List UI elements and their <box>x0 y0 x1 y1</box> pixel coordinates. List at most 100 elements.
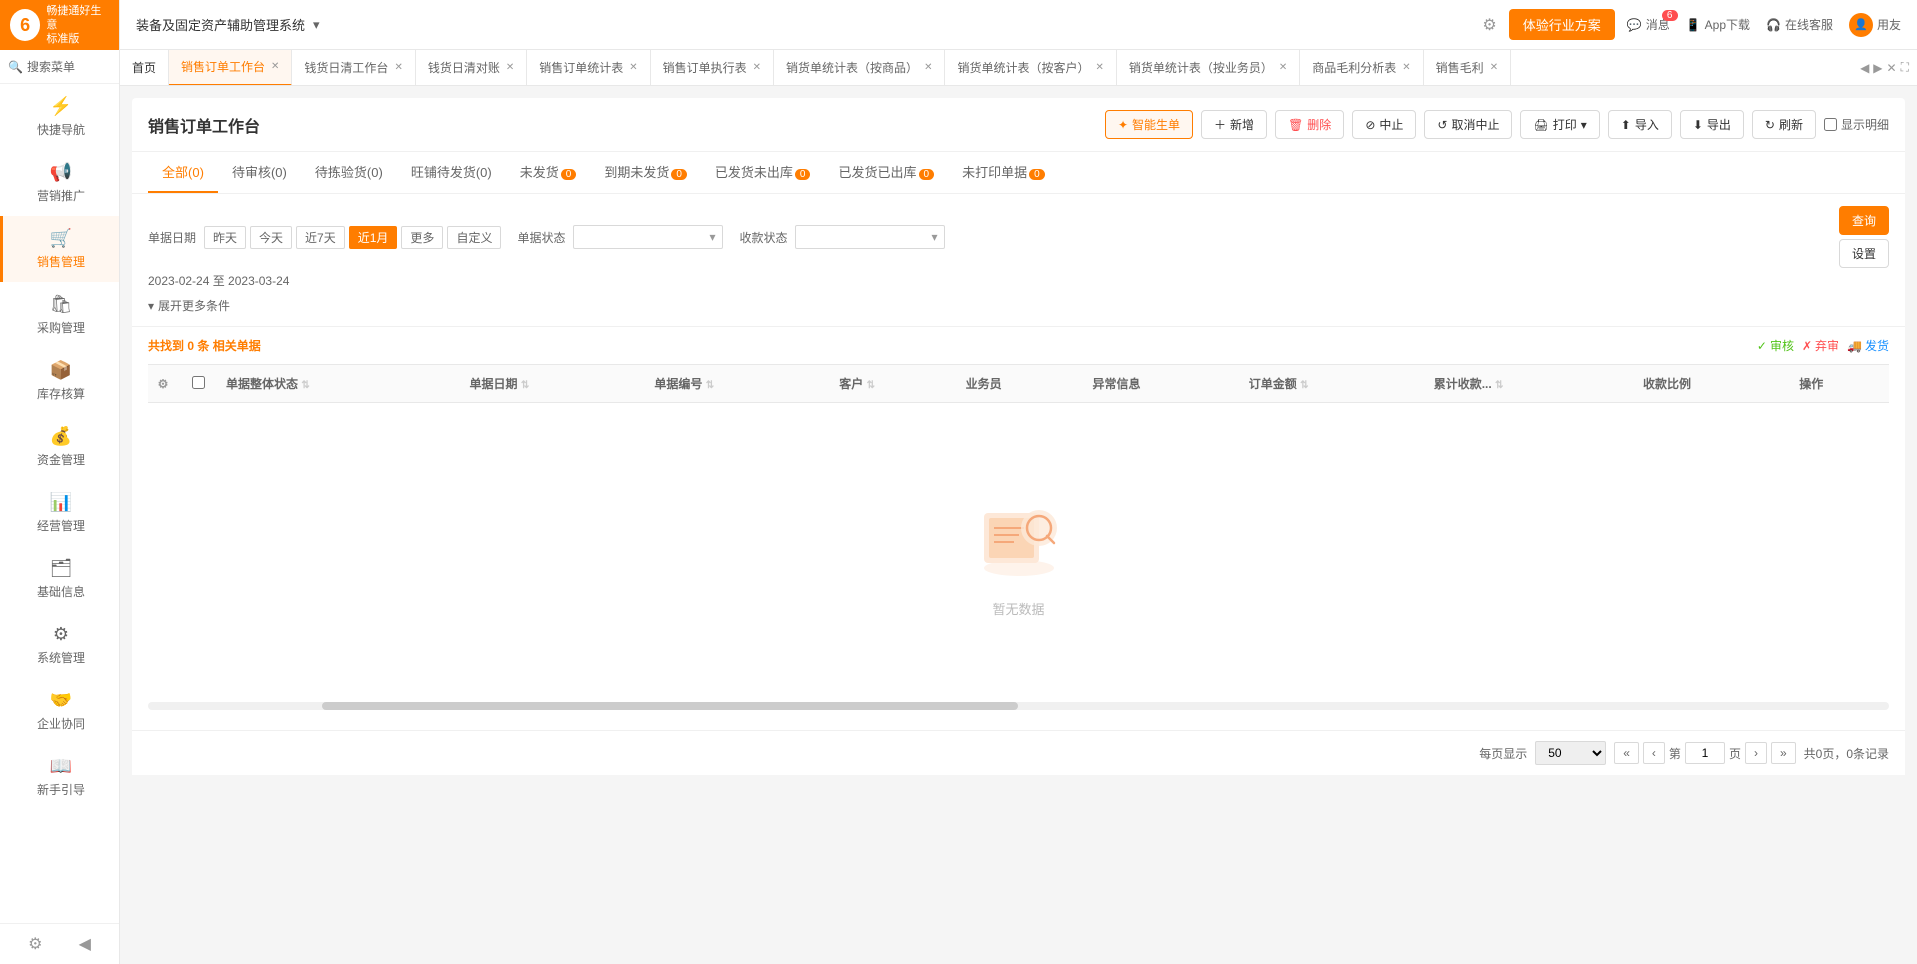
export-btn[interactable]: ⬇ 导出 <box>1680 110 1744 139</box>
per-page-select[interactable]: 50 100 200 <box>1535 741 1606 765</box>
sidebar-item-enterprise[interactable]: 🤝 企业协同 <box>0 678 119 744</box>
tab-sales-product[interactable]: 销货单统计表（按商品） ✕ <box>774 50 945 86</box>
tab-home[interactable]: 首页 <box>120 50 169 86</box>
tab-sales-margin[interactable]: 销售毛利 ✕ <box>1424 50 1511 86</box>
tabs-prev-btn[interactable]: ◀ <box>1860 61 1869 75</box>
user-menu[interactable]: 👤 用友 <box>1849 13 1901 37</box>
sub-tab-all[interactable]: 全部(0) <box>148 152 218 193</box>
sidebar-item-inventory[interactable]: 📦 库存核算 <box>0 348 119 414</box>
tab-close-sales-customer[interactable]: ✕ <box>1095 62 1103 73</box>
tab-close-daily-clear[interactable]: ✕ <box>394 62 402 73</box>
stop-btn[interactable]: ⊘ 中止 <box>1352 110 1416 139</box>
tabs-fullscreen-btn[interactable]: ⛶ <box>1901 60 1909 75</box>
smart-generate-btn[interactable]: ✦ 智能生单 <box>1105 110 1193 139</box>
tab-close-margin-analysis[interactable]: ✕ <box>1402 62 1410 73</box>
tab-order-stats[interactable]: 销售订单统计表 ✕ <box>527 50 650 86</box>
sub-tab-shipped-not-out[interactable]: 已发货未出库0 <box>701 152 825 193</box>
horizontal-scrollbar[interactable] <box>148 702 1889 710</box>
sort-number-icon[interactable]: ⇅ <box>706 380 714 391</box>
tab-close-sales-product[interactable]: ✕ <box>924 62 932 73</box>
sub-tab-pending-review[interactable]: 待审核(0) <box>218 152 301 193</box>
settings-footer-btn[interactable]: ⚙ <box>28 934 42 954</box>
filter-date-more[interactable]: 更多 <box>401 226 443 249</box>
filter-date-yesterday[interactable]: 昨天 <box>204 226 246 249</box>
filter-date-1month[interactable]: 近1月 <box>349 226 398 249</box>
tab-close-sales-margin[interactable]: ✕ <box>1490 62 1498 73</box>
sub-tab-unprinted[interactable]: 未打印单据0 <box>948 152 1059 193</box>
tab-sales-order[interactable]: 销售订单工作台 ✕ <box>169 50 292 86</box>
col-number: 单据编号 ⇅ <box>646 365 831 403</box>
sub-tab-unshipped[interactable]: 未发货0 <box>506 152 591 193</box>
tab-close-sales-order[interactable]: ✕ <box>271 61 279 72</box>
sidebar-item-finance[interactable]: 💰 资金管理 <box>0 414 119 480</box>
tab-reconcile[interactable]: 钱货日清对账 ✕ <box>416 50 527 86</box>
message-btn[interactable]: 💬 消息 6 <box>1627 16 1670 33</box>
sidebar-item-marketing[interactable]: 📢 营销推广 <box>0 150 119 216</box>
import-btn[interactable]: ⬆ 导入 <box>1608 110 1672 139</box>
tab-daily-clear[interactable]: 钱货日清工作台 ✕ <box>292 50 415 86</box>
prev-page-btn[interactable]: ‹ <box>1643 742 1665 764</box>
sidebar-item-sales[interactable]: 🛒 销售管理 <box>0 216 119 282</box>
sort-status-icon[interactable]: ⇅ <box>301 380 309 391</box>
show-detail-checkbox[interactable] <box>1824 118 1837 131</box>
online-service-btn[interactable]: 🎧 在线客服 <box>1766 16 1833 33</box>
sort-amount-icon[interactable]: ⇅ <box>1300 380 1308 391</box>
empty-text: 暂无数据 <box>992 599 1044 618</box>
tab-sales-staff[interactable]: 销货单统计表（按业务员） ✕ <box>1117 50 1300 86</box>
topbar-dropdown[interactable]: ▾ <box>313 17 320 33</box>
show-detail-label[interactable]: 显示明细 <box>1824 116 1889 133</box>
sidebar-item-operation[interactable]: 📊 经营管理 <box>0 480 119 546</box>
tab-close-order-exec[interactable]: ✕ <box>753 62 761 73</box>
tab-margin-analysis[interactable]: 商品毛利分析表 ✕ <box>1300 50 1423 86</box>
print-btn[interactable]: 🖨 打印 ▾ <box>1520 110 1599 139</box>
sub-tab-pending-check[interactable]: 待拣验货(0) <box>301 152 397 193</box>
sort-payment-icon[interactable]: ⇅ <box>1495 380 1503 391</box>
tabs-close-btn[interactable]: ✕ <box>1887 61 1897 75</box>
first-page-btn[interactable]: « <box>1614 742 1639 764</box>
collapse-footer-btn[interactable]: ◀ <box>79 934 91 954</box>
topbar-gear-icon[interactable]: ⚙ <box>1482 15 1496 35</box>
logo-icon: 6 <box>10 9 40 41</box>
filter-expand-btn[interactable]: ▾ 展开更多条件 <box>148 297 1889 314</box>
sidebar-item-system[interactable]: ⚙ 系统管理 <box>0 612 119 678</box>
ship-btn[interactable]: 🚚 发货 <box>1847 337 1889 354</box>
add-btn[interactable]: ＋ 新增 <box>1201 110 1267 139</box>
delete-btn[interactable]: 🗑 删除 <box>1275 110 1344 139</box>
sidebar-search[interactable]: 🔍 搜索菜单 <box>0 50 119 84</box>
industry-btn[interactable]: 体验行业方案 <box>1509 9 1615 40</box>
refresh-btn[interactable]: ↻ 刷新 <box>1752 110 1816 139</box>
col-settings[interactable]: ⚙ <box>148 365 178 403</box>
sidebar-item-purchase[interactable]: 🛍 采购管理 <box>0 282 119 348</box>
sidebar-item-basic[interactable]: 🗂 基础信息 <box>0 546 119 612</box>
last-page-btn[interactable]: » <box>1771 742 1796 764</box>
sub-tab-shipped-out[interactable]: 已发货已出库0 <box>824 152 948 193</box>
tab-sales-customer[interactable]: 销货单统计表（按客户） ✕ <box>945 50 1116 86</box>
print-icon: 🖨 <box>1533 118 1548 132</box>
filter-payment-select[interactable] <box>795 225 945 249</box>
cancel-review-btn[interactable]: ✗ 弃审 <box>1802 337 1839 354</box>
filter-date-today[interactable]: 今天 <box>250 226 292 249</box>
tab-close-sales-staff[interactable]: ✕ <box>1279 62 1287 73</box>
page-input[interactable] <box>1685 742 1725 764</box>
tab-order-exec[interactable]: 销售订单执行表 ✕ <box>651 50 774 86</box>
scroll-thumb[interactable] <box>322 702 1018 710</box>
tabs-next-btn[interactable]: ▶ <box>1873 61 1882 75</box>
sub-tab-wangpu[interactable]: 旺铺待发货(0) <box>397 152 506 193</box>
cancel-stop-btn[interactable]: ↺ 取消中止 <box>1424 110 1512 139</box>
filter-date-7days[interactable]: 近7天 <box>296 226 345 249</box>
next-page-btn[interactable]: › <box>1745 742 1767 764</box>
sidebar-item-quick-nav[interactable]: ⚡ 快捷导航 <box>0 84 119 150</box>
query-btn[interactable]: 查询 <box>1839 206 1889 235</box>
select-all-checkbox[interactable] <box>192 376 205 389</box>
tab-close-order-stats[interactable]: ✕ <box>629 62 637 73</box>
app-download-btn[interactable]: 📱 App下载 <box>1686 16 1750 33</box>
review-btn[interactable]: ✓ 审核 <box>1757 337 1794 354</box>
tab-close-reconcile[interactable]: ✕ <box>506 62 514 73</box>
filter-date-custom[interactable]: 自定义 <box>447 226 501 249</box>
sort-customer-icon[interactable]: ⇅ <box>867 380 875 391</box>
settings-filter-btn[interactable]: 设置 <box>1839 239 1889 268</box>
filter-status-select[interactable] <box>573 225 723 249</box>
sort-date-icon[interactable]: ⇅ <box>521 380 529 391</box>
sidebar-item-guide[interactable]: 📖 新手引导 <box>0 744 119 810</box>
sub-tab-overdue-unshipped[interactable]: 到期未发货0 <box>590 152 701 193</box>
